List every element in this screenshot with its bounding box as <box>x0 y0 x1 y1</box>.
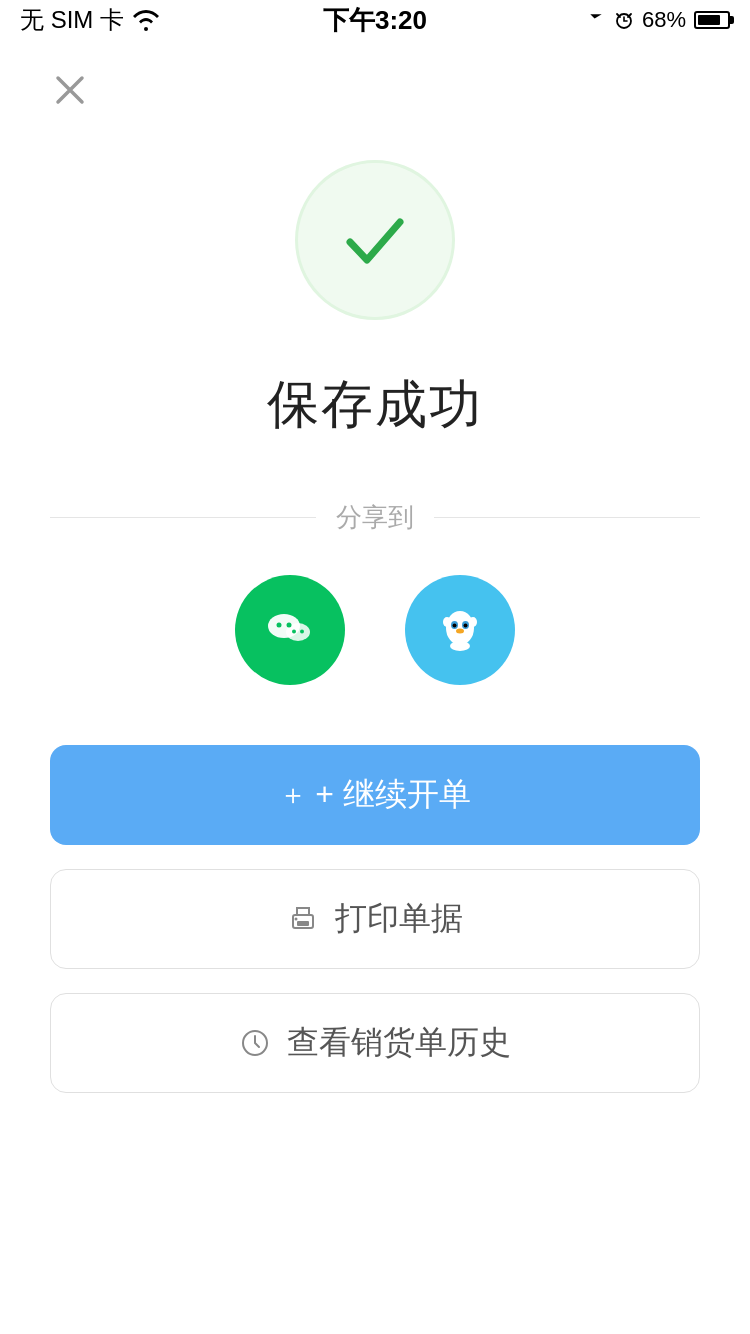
no-sim-text: 无 SIM 卡 <box>20 4 124 36</box>
divider-left <box>50 517 316 518</box>
status-left: 无 SIM 卡 <box>20 4 160 36</box>
main-content: 保存成功 分享到 <box>0 40 750 1334</box>
status-bar: 无 SIM 卡 下午3:20 68% <box>0 0 750 40</box>
print-icon <box>287 903 319 935</box>
close-button[interactable] <box>40 60 100 120</box>
success-title: 保存成功 <box>267 370 483 440</box>
history-button[interactable]: 查看销货单历史 <box>50 993 700 1093</box>
svg-point-4 <box>287 623 292 628</box>
battery-icon <box>694 11 730 29</box>
status-right: 68% <box>586 7 730 33</box>
share-section: 分享到 <box>50 500 700 685</box>
print-button[interactable]: 打印单据 <box>50 869 700 969</box>
svg-point-14 <box>443 617 451 627</box>
share-icons <box>50 575 700 685</box>
qq-icon <box>428 598 492 662</box>
svg-point-8 <box>450 641 470 651</box>
continue-label: + 继续开单 <box>315 773 471 817</box>
svg-rect-17 <box>297 921 309 926</box>
divider-right <box>434 517 700 518</box>
svg-point-13 <box>456 629 464 634</box>
history-label: 查看销货单历史 <box>287 1021 511 1065</box>
svg-point-6 <box>300 630 304 634</box>
alarm-icon <box>614 10 634 30</box>
svg-point-18 <box>295 918 298 921</box>
wechat-icon <box>258 598 322 662</box>
checkmark-icon <box>335 200 415 280</box>
continue-button[interactable]: ＋ + 继续开单 <box>50 745 700 845</box>
wechat-share-button[interactable] <box>235 575 345 685</box>
wifi-icon <box>132 9 160 31</box>
svg-point-7 <box>446 611 474 645</box>
history-icon <box>239 1027 271 1059</box>
svg-point-11 <box>453 624 457 628</box>
svg-point-12 <box>464 624 468 628</box>
svg-point-5 <box>292 630 296 634</box>
print-label: 打印单据 <box>335 897 463 941</box>
continue-plus-icon: ＋ <box>279 776 307 814</box>
share-divider: 分享到 <box>50 500 700 535</box>
svg-point-3 <box>277 623 282 628</box>
qq-share-button[interactable] <box>405 575 515 685</box>
share-label: 分享到 <box>336 500 414 535</box>
status-time: 下午3:20 <box>323 3 427 38</box>
battery-percent: 68% <box>642 7 686 33</box>
actions: ＋ + 继续开单 打印单据 查看销货单历史 <box>50 745 700 1093</box>
success-circle <box>295 160 455 320</box>
location-icon <box>586 10 606 30</box>
svg-point-15 <box>469 617 477 627</box>
